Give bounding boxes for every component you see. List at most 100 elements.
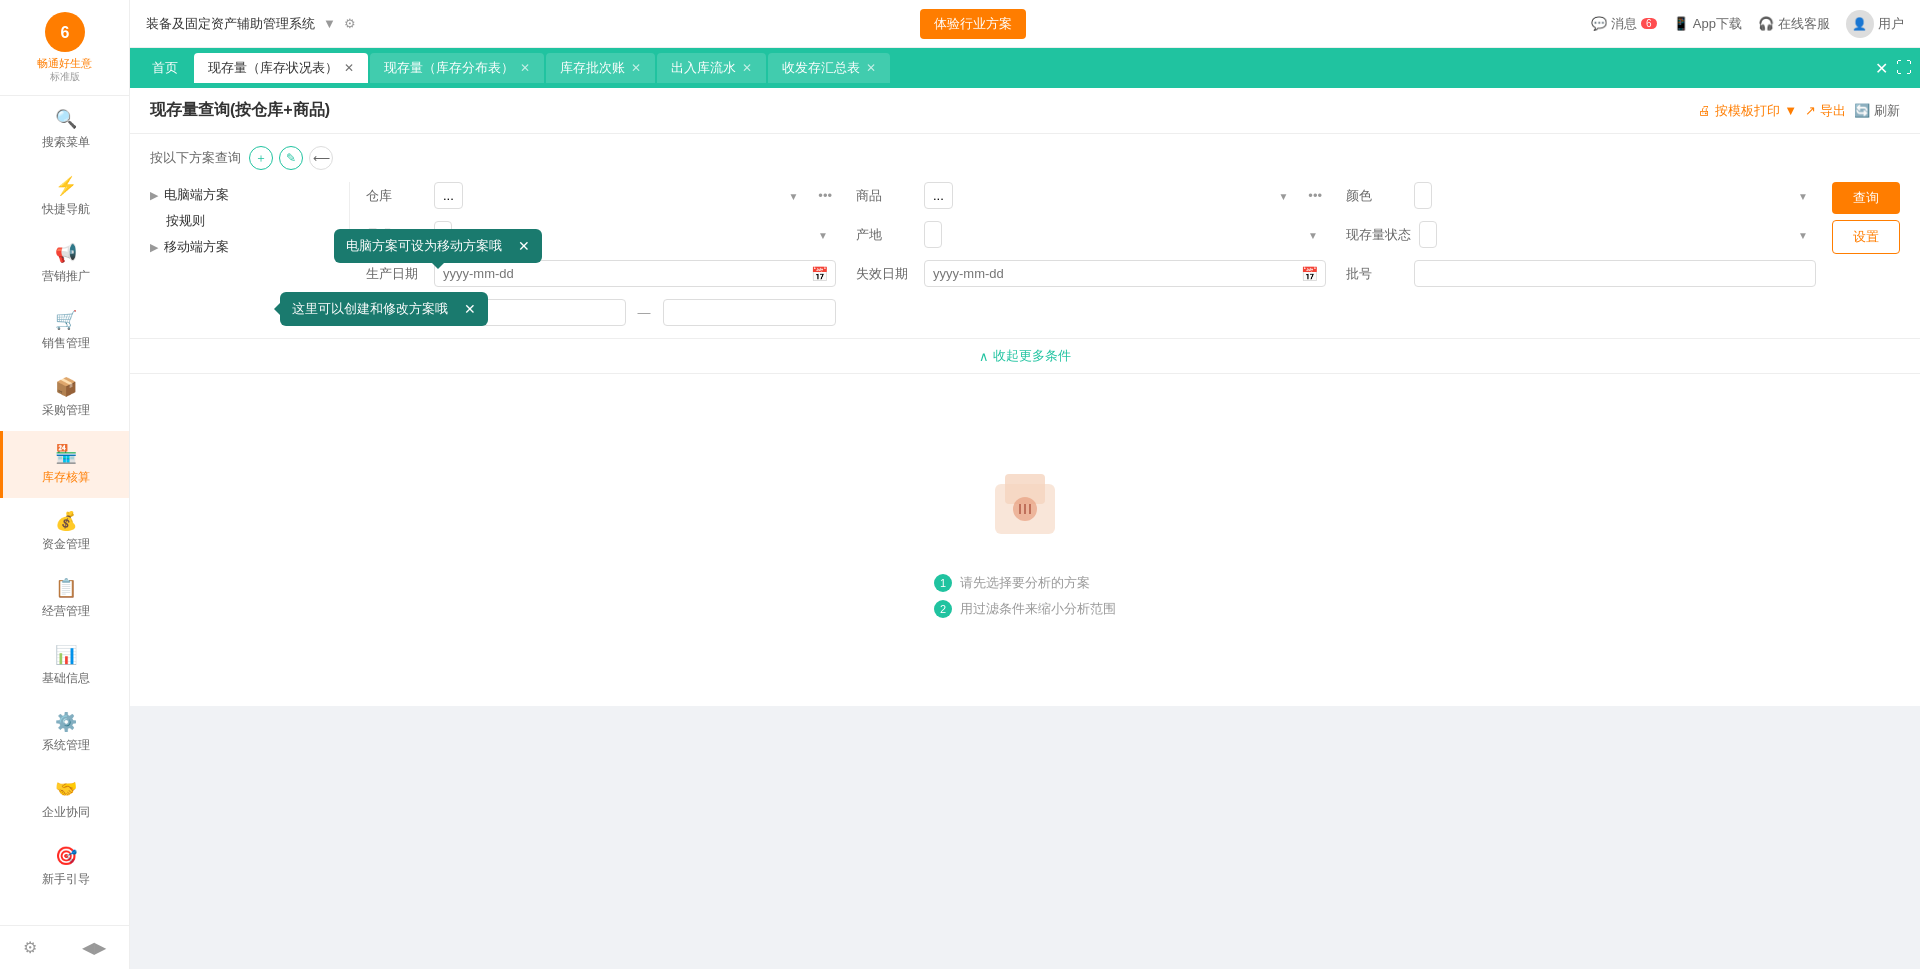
tip-num-1: 1: [934, 574, 952, 592]
tab-close-inout-flow[interactable]: ✕: [742, 61, 752, 75]
sidebar-item-quick-nav[interactable]: ⚡ 快捷导航: [0, 163, 129, 230]
query-btn[interactable]: 查询: [1832, 182, 1900, 214]
warehouse-dots[interactable]: •••: [814, 188, 836, 203]
origin-label: 产地: [856, 226, 916, 244]
sidebar-item-basic[interactable]: 📊 基础信息: [0, 632, 129, 699]
field-expire-date: 失效日期 📅: [856, 260, 1326, 287]
goods-label: 商品: [856, 187, 916, 205]
sidebar-nav: 🔍 搜索菜单 ⚡ 快捷导航 📢 营销推广 🛒 销售管理 📦 采购管理 🏪: [0, 96, 129, 925]
query-btn-wrap: 查询 设置: [1832, 182, 1900, 254]
system-dropdown-icon[interactable]: ▼: [323, 16, 336, 31]
basic-icon: 📊: [55, 644, 77, 666]
empty-tip-2: 2 用过滤条件来缩小分析范围: [934, 600, 1116, 618]
message-badge: 6: [1641, 18, 1657, 29]
batch-input[interactable]: [1414, 260, 1816, 287]
message-btn[interactable]: 💬 消息 6: [1591, 15, 1657, 33]
stock-qty-to[interactable]: [663, 299, 837, 326]
prod-date-from[interactable]: [434, 260, 836, 287]
reset-btn[interactable]: 设置: [1832, 220, 1900, 254]
collapse-sidebar-icon[interactable]: ◀▶: [82, 938, 106, 957]
sidebar-item-purchase[interactable]: 📦 采购管理: [0, 364, 129, 431]
expire-date-from[interactable]: [924, 260, 1326, 287]
app-download-btn[interactable]: 📱 App下载: [1673, 15, 1742, 33]
back-scheme-btn[interactable]: ⟵: [309, 146, 333, 170]
page-title: 现存量查询(按仓库+商品): [150, 100, 330, 121]
online-service-btn[interactable]: 🎧 在线客服: [1758, 15, 1830, 33]
export-btn[interactable]: ↗ 导出: [1805, 102, 1846, 120]
tab-home[interactable]: 首页: [138, 53, 192, 83]
tab-close-batch-account[interactable]: ✕: [631, 61, 641, 75]
sidebar-bottom: ⚙ ◀▶: [0, 925, 129, 969]
page-actions: 🖨 按模板打印 ▼ ↗ 导出 🔄 刷新: [1698, 102, 1900, 120]
print-dropdown-icon: ▼: [1784, 103, 1797, 118]
settings-gear-icon[interactable]: ⚙: [344, 16, 356, 31]
field-stock-status: 现存量状态: [1346, 221, 1816, 248]
user-profile-btn[interactable]: 👤 用户: [1846, 10, 1904, 38]
sidebar-item-marketing[interactable]: 📢 营销推广: [0, 230, 129, 297]
goods-select-wrap: ...: [924, 182, 1296, 209]
tooltip1-close-btn[interactable]: ✕: [518, 238, 530, 254]
prod-date-label: 生产日期: [366, 265, 426, 283]
sidebar-item-finance[interactable]: 💰 资金管理: [0, 498, 129, 565]
top-bar-left: 装备及固定资产辅助管理系统 ▼ ⚙: [146, 15, 356, 33]
refresh-btn[interactable]: 🔄 刷新: [1854, 102, 1900, 120]
logo-area: 6 畅通好生意 标准版: [0, 0, 129, 96]
tab-batch-account[interactable]: 库存批次账 ✕: [546, 53, 655, 83]
expire-date-label: 失效日期: [856, 265, 916, 283]
tab-inventory-dist[interactable]: 现存量（库存分布表） ✕: [370, 53, 544, 83]
purchase-icon: 📦: [55, 376, 77, 398]
sidebar-item-cooperation[interactable]: 🤝 企业协同: [0, 766, 129, 833]
collapse-btn[interactable]: ∧ 收起更多条件: [979, 347, 1071, 365]
tooltip-scheme-note: 电脑方案可设为移动方案哦 ✕: [334, 229, 542, 263]
fullscreen-btn[interactable]: ⛶: [1896, 59, 1912, 78]
warehouse-select[interactable]: ...: [434, 182, 463, 209]
sidebar-item-operation[interactable]: 📋 经营管理: [0, 565, 129, 632]
finance-icon: 💰: [55, 510, 77, 532]
tab-close-inventory-dist[interactable]: ✕: [520, 61, 530, 75]
sidebar-item-search[interactable]: 🔍 搜索菜单: [0, 96, 129, 163]
filter-label-row: 按以下方案查询 ＋ ✎ ⟵: [150, 146, 1900, 170]
color-select[interactable]: [1414, 182, 1432, 209]
field-color: 颜色: [1346, 182, 1816, 209]
goods-select[interactable]: ...: [924, 182, 953, 209]
expire-date-from-calendar-icon[interactable]: 📅: [1301, 266, 1318, 282]
tab-inventory-status[interactable]: 现存量（库存状况表） ✕: [194, 53, 368, 83]
guide-icon: 🎯: [55, 845, 77, 867]
stock-status-label: 现存量状态: [1346, 226, 1411, 244]
add-scheme-btn[interactable]: ＋: [249, 146, 273, 170]
scheme-tree-item-mobile[interactable]: ▶ 移动端方案: [150, 234, 337, 260]
sidebar-item-sales[interactable]: 🛒 销售管理: [0, 297, 129, 364]
scheme-tree: ▶ 电脑端方案 按规则 ▶ 移动端方案: [150, 182, 350, 260]
warehouse-select-wrap: ...: [434, 182, 806, 209]
settings-icon[interactable]: ⚙: [23, 938, 37, 957]
search-icon: 🔍: [55, 108, 77, 130]
tooltip2-close-btn[interactable]: ✕: [464, 301, 476, 317]
sidebar-item-inventory[interactable]: 🏪 库存核算: [0, 431, 129, 498]
expand-icon: ▶: [150, 189, 158, 202]
edit-scheme-btn[interactable]: ✎: [279, 146, 303, 170]
origin-select[interactable]: [924, 221, 942, 248]
sidebar-item-guide[interactable]: 🎯 新手引导: [0, 833, 129, 900]
filter-actions: ＋ ✎ ⟵: [249, 146, 333, 170]
page-panel: 现存量查询(按仓库+商品) 🖨 按模板打印 ▼ ↗ 导出 🔄: [130, 88, 1920, 706]
tab-bar: 首页 现存量（库存状况表） ✕ 现存量（库存分布表） ✕ 库存批次账 ✕ 出入库…: [130, 48, 1920, 88]
scheme-tree-item-desktop[interactable]: ▶ 电脑端方案: [150, 182, 337, 208]
close-all-tabs-btn[interactable]: ✕: [1875, 59, 1888, 78]
export-icon: ↗: [1805, 103, 1816, 118]
print-btn[interactable]: 🖨 按模板打印 ▼: [1698, 102, 1797, 120]
top-bar-center: 体验行业方案: [920, 9, 1026, 39]
avatar: 👤: [1846, 10, 1874, 38]
phone-icon: 📱: [1673, 16, 1689, 31]
stock-status-select[interactable]: [1419, 221, 1437, 248]
goods-dots[interactable]: •••: [1304, 188, 1326, 203]
sidebar-item-system[interactable]: ⚙️ 系统管理: [0, 699, 129, 766]
tab-close-inventory-status[interactable]: ✕: [344, 61, 354, 75]
svg-text:6: 6: [60, 24, 69, 41]
scheme-tree-item-rule[interactable]: 按规则: [150, 208, 337, 234]
tab-close-receive-summary[interactable]: ✕: [866, 61, 876, 75]
prod-date-from-calendar-icon[interactable]: 📅: [811, 266, 828, 282]
industry-btn[interactable]: 体验行业方案: [920, 9, 1026, 39]
empty-illustration: [975, 454, 1075, 554]
tab-receive-summary[interactable]: 收发存汇总表 ✕: [768, 53, 890, 83]
tab-inout-flow[interactable]: 出入库流水 ✕: [657, 53, 766, 83]
